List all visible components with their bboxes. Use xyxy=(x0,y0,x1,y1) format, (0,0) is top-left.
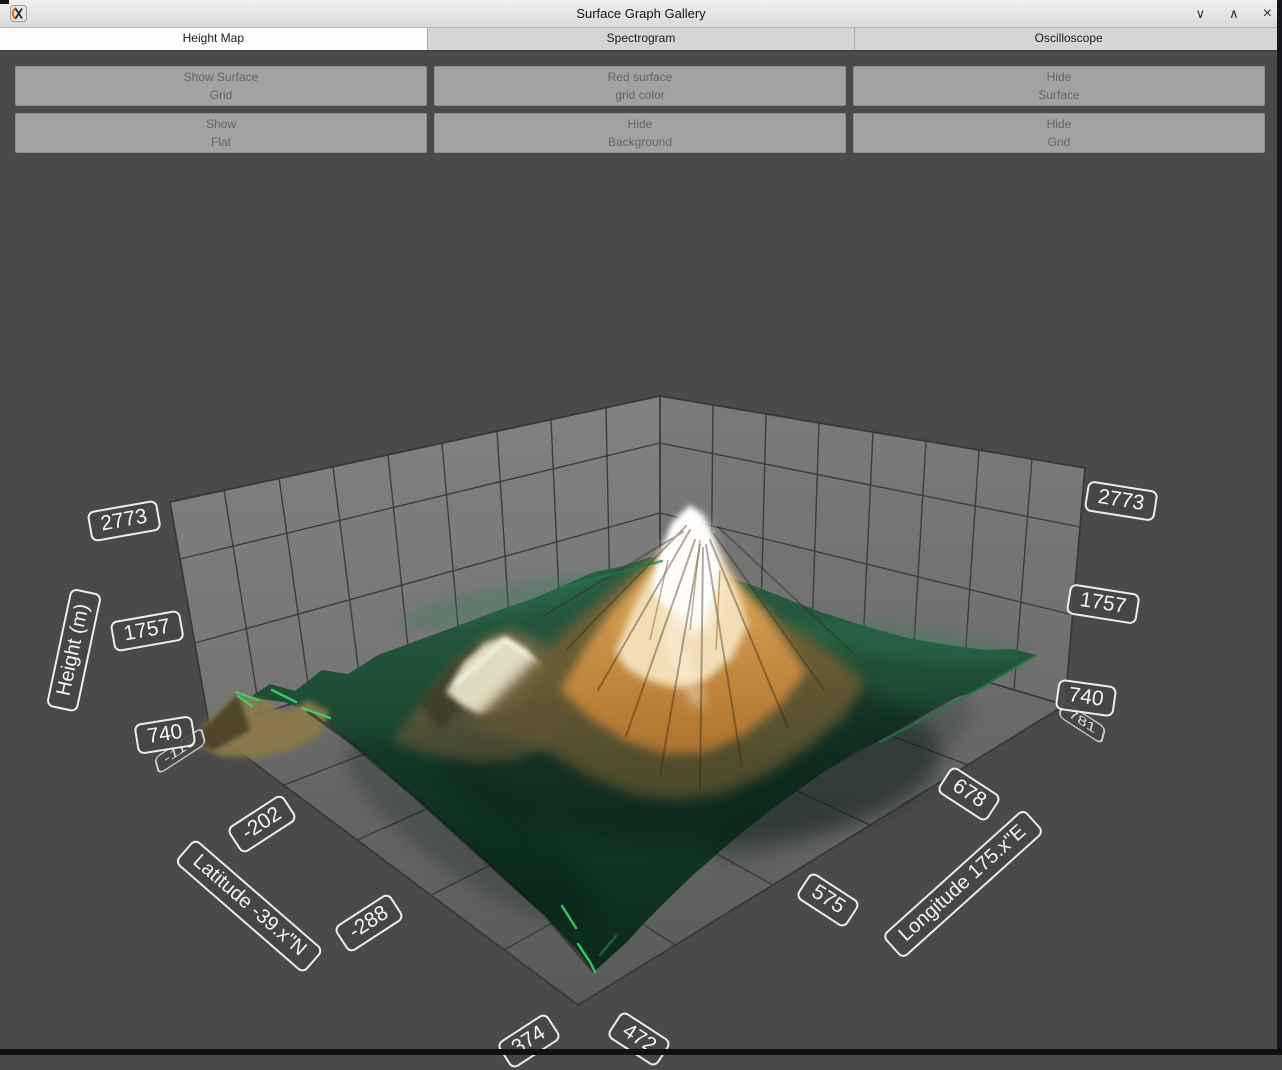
screen-corner xyxy=(0,0,9,4)
button-label: Grid xyxy=(854,133,1264,151)
button-label: Background xyxy=(435,133,845,151)
toolbar: Show Surface Grid Red surface grid color… xyxy=(15,66,1265,153)
window-title: Surface Graph Gallery xyxy=(0,6,1282,21)
button-label: Hide xyxy=(854,68,1264,86)
app-icon xyxy=(10,5,27,22)
title-bar[interactable]: Surface Graph Gallery ∨ ∧ × xyxy=(0,0,1282,28)
screen-edge-bottom xyxy=(0,1049,1282,1055)
button-label: Hide xyxy=(854,115,1264,133)
hide-background-button[interactable]: Hide Background xyxy=(434,113,846,153)
button-label: Show xyxy=(16,115,426,133)
button-label: Hide xyxy=(435,115,845,133)
tab-oscilloscope[interactable]: Oscilloscope xyxy=(855,28,1282,50)
button-label: Grid xyxy=(16,86,426,104)
hide-surface-button[interactable]: Hide Surface xyxy=(853,66,1265,106)
tab-height-map[interactable]: Height Map xyxy=(0,28,428,50)
maximize-window-icon[interactable]: ∧ xyxy=(1229,7,1239,20)
show-surface-grid-button[interactable]: Show Surface Grid xyxy=(15,66,427,106)
button-label: grid color xyxy=(435,86,845,104)
button-label: Flat xyxy=(16,133,426,151)
shade-window-icon[interactable]: ∨ xyxy=(1196,7,1206,20)
surface-plot-canvas xyxy=(0,0,1282,1055)
button-label: Surface xyxy=(854,86,1264,104)
button-label: Red surface xyxy=(435,68,845,86)
screen-edge-right xyxy=(1277,0,1282,1055)
surface-graph-view[interactable] xyxy=(0,0,1282,1055)
close-window-icon[interactable]: × xyxy=(1263,6,1272,22)
button-label: Show Surface xyxy=(16,68,426,86)
show-flat-button[interactable]: Show Flat xyxy=(15,113,427,153)
tab-bar: Height Map Spectrogram Oscilloscope xyxy=(0,28,1282,51)
window-controls: ∨ ∧ × xyxy=(1196,6,1272,22)
tab-spectrogram[interactable]: Spectrogram xyxy=(428,28,856,50)
hide-grid-button[interactable]: Hide Grid xyxy=(853,113,1265,153)
surface-grid-color-button[interactable]: Red surface grid color xyxy=(434,66,846,106)
